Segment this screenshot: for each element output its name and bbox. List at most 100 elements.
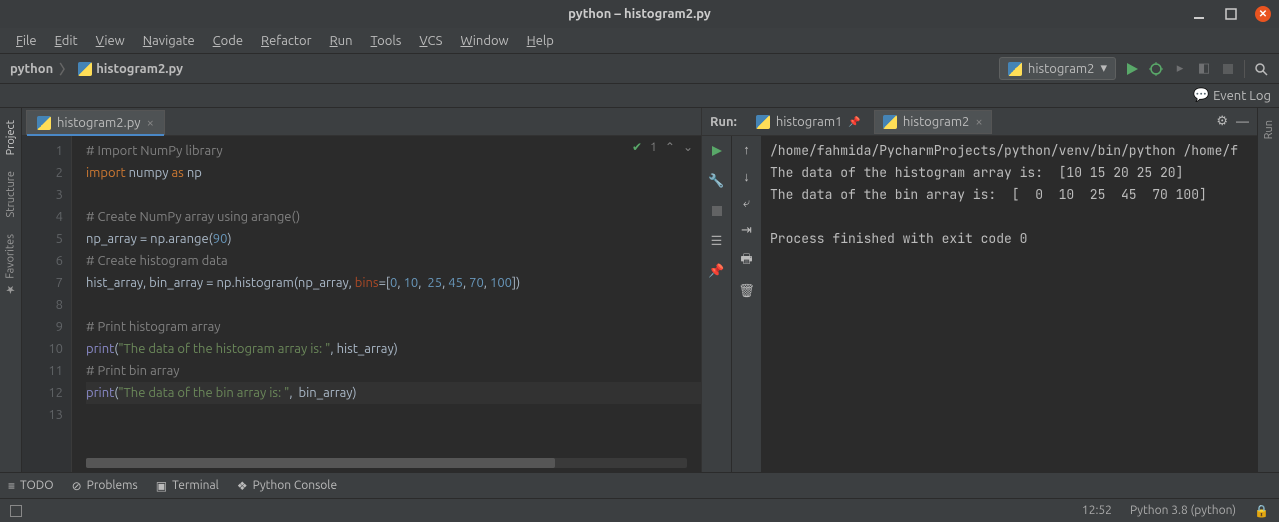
close-button[interactable]: ✕ [1255,6,1271,22]
tool-project[interactable]: Project [3,112,19,163]
tool-run[interactable]: Run [1261,112,1277,147]
down-arrow-icon[interactable]: ↓ [743,169,750,184]
python-icon [883,115,897,129]
maximize-button[interactable] [1223,6,1239,22]
menu-window[interactable]: Window [452,31,516,51]
pin-icon[interactable]: 📌 [708,262,726,280]
menu-vcs[interactable]: VCS [411,31,450,51]
bottom-tool-label: TODO [20,479,54,492]
eventlog-row: 💬 Event Log [0,84,1279,108]
run-title: Run: [710,115,737,129]
breadcrumb-project[interactable]: python [10,62,53,76]
console-output[interactable]: /home/fahmida/PycharmProjects/python/ven… [762,136,1257,472]
menu-edit[interactable]: Edit [47,31,86,51]
code-line-2[interactable]: import numpy as np [86,162,701,184]
breadcrumb-file[interactable]: histogram2.py [78,62,183,76]
menu-help[interactable]: Help [519,31,562,51]
print-icon[interactable]: 🖶 [740,250,752,272]
toolbar: python 〉 histogram2.py histogram2 ▾ ▸ ◧ [0,54,1279,84]
bottom-tool-label: Terminal [172,479,219,492]
bottom-tool-bar: ≡ TODO ⊘Problems ▣Terminal ❖Python Console [0,472,1279,498]
close-tab-icon[interactable]: × [147,116,154,130]
search-everywhere-button[interactable] [1253,61,1269,77]
menu-code[interactable]: Code [205,31,251,51]
run-coverage-button[interactable]: ▸ [1172,61,1188,77]
code-line-8[interactable] [86,294,701,316]
menu-file[interactable]: File [8,31,45,51]
scrollbar-thumb[interactable] [86,458,555,468]
up-arrow-icon[interactable]: ↑ [743,142,750,157]
bottom-tool-todo[interactable]: ≡ TODO [8,479,54,493]
scroll-end-icon[interactable]: ⇥ [741,223,752,238]
minimize-button[interactable] [1191,6,1207,22]
editor-tab[interactable]: histogram2.py × [26,110,165,135]
run-tab-histogram1[interactable]: histogram1📌 [747,110,870,134]
trash-icon[interactable]: 🗑 [738,284,755,299]
run-button[interactable] [1124,61,1140,77]
run-tab-label: histogram2 [903,115,970,129]
divider [1244,60,1245,78]
code-line-12[interactable]: print("The data of the bin array is: ", … [86,382,701,404]
rerun-button[interactable] [708,142,726,160]
run-tabs: histogram1📌 histogram2 × [747,110,1207,134]
menubar: FileEditViewNavigateCodeRefactorRunTools… [0,28,1279,54]
run-config-selector[interactable]: histogram2 ▾ [999,57,1116,80]
bottom-tool-python-console[interactable]: ❖Python Console [237,479,337,493]
code-line-5[interactable]: np_array = np.arange(90) [86,228,701,250]
code-line-13[interactable] [86,404,701,426]
chevron-up-icon[interactable]: ⌃ [665,140,675,154]
python-file-icon [37,116,51,130]
right-tool-strip: Run [1257,108,1279,472]
python-icon [756,115,770,129]
chevron-down-icon[interactable]: ⌄ [683,140,693,154]
bottom-tool-terminal[interactable]: ▣Terminal [156,479,219,493]
editor-inspections[interactable]: ✔ 1 ⌃ ⌄ [632,140,693,154]
code-line-3[interactable] [86,184,701,206]
breadcrumb-separator: 〉 [59,59,72,78]
menu-view[interactable]: View [88,31,133,51]
bottom-tool-problems[interactable]: ⊘Problems [72,479,138,493]
minimize-panel-icon[interactable]: — [1236,115,1249,129]
code-line-7[interactable]: hist_array, bin_array = np.histogram(np_… [86,272,701,294]
gear-icon[interactable]: ⚙ [1216,114,1228,129]
left-tool-strip: ProjectStructure★ Favorites [0,108,22,472]
tool-structure[interactable]: Structure [3,163,19,226]
editor-tabs: histogram2.py × [22,108,701,136]
status-interpreter[interactable]: Python 3.8 (python) [1130,504,1236,517]
check-icon: ✔ [632,140,642,154]
code-area[interactable]: # Import NumPy libraryimport numpy as np… [72,136,701,472]
breadcrumb-file-label: histogram2.py [96,62,183,76]
horizontal-scrollbar[interactable] [86,458,687,468]
breadcrumb: python 〉 histogram2.py [10,59,183,78]
debug-button[interactable] [1148,61,1164,77]
stop-button[interactable] [708,202,726,220]
wrench-icon[interactable]: 🔧 [708,172,726,190]
python-console-icon: ❖ [237,479,248,493]
code-line-10[interactable]: print("The data of the histogram array i… [86,338,701,360]
menu-refactor[interactable]: Refactor [253,31,320,51]
code-line-6[interactable]: # Create histogram data [86,250,701,272]
inspection-count: 1 [650,141,657,154]
titlebar: python – histogram2.py ✕ [0,0,1279,28]
tool-windows-icon[interactable] [10,505,22,517]
run-tab-histogram2[interactable]: histogram2 × [874,110,992,134]
code-line-1[interactable]: # Import NumPy library [86,140,701,162]
close-icon[interactable]: × [975,115,982,129]
layout-icon[interactable]: ☰ [708,232,726,250]
lock-icon[interactable]: 🔒 [1254,504,1269,518]
tool-favorites[interactable]: ★ Favorites [2,226,19,304]
code-line-9[interactable]: # Print histogram array [86,316,701,338]
menu-run[interactable]: Run [322,31,361,51]
stop-button[interactable] [1220,61,1236,77]
code-line-11[interactable]: # Print bin array [86,360,701,382]
event-log-button[interactable]: 💬 Event Log [1193,88,1271,103]
editor-body[interactable]: 12345678910111213 # Import NumPy library… [22,136,701,472]
bottom-tool-label: Problems [87,479,138,492]
menu-navigate[interactable]: Navigate [135,31,203,51]
code-line-4[interactable]: # Create NumPy array using arange() [86,206,701,228]
todo-icon: ≡ [8,479,15,493]
soft-wrap-icon[interactable]: ⤶ [743,196,750,211]
menu-tools[interactable]: Tools [363,31,410,51]
profile-button[interactable]: ◧ [1196,61,1212,77]
statusbar: 12:52 Python 3.8 (python) 🔒 [0,498,1279,522]
